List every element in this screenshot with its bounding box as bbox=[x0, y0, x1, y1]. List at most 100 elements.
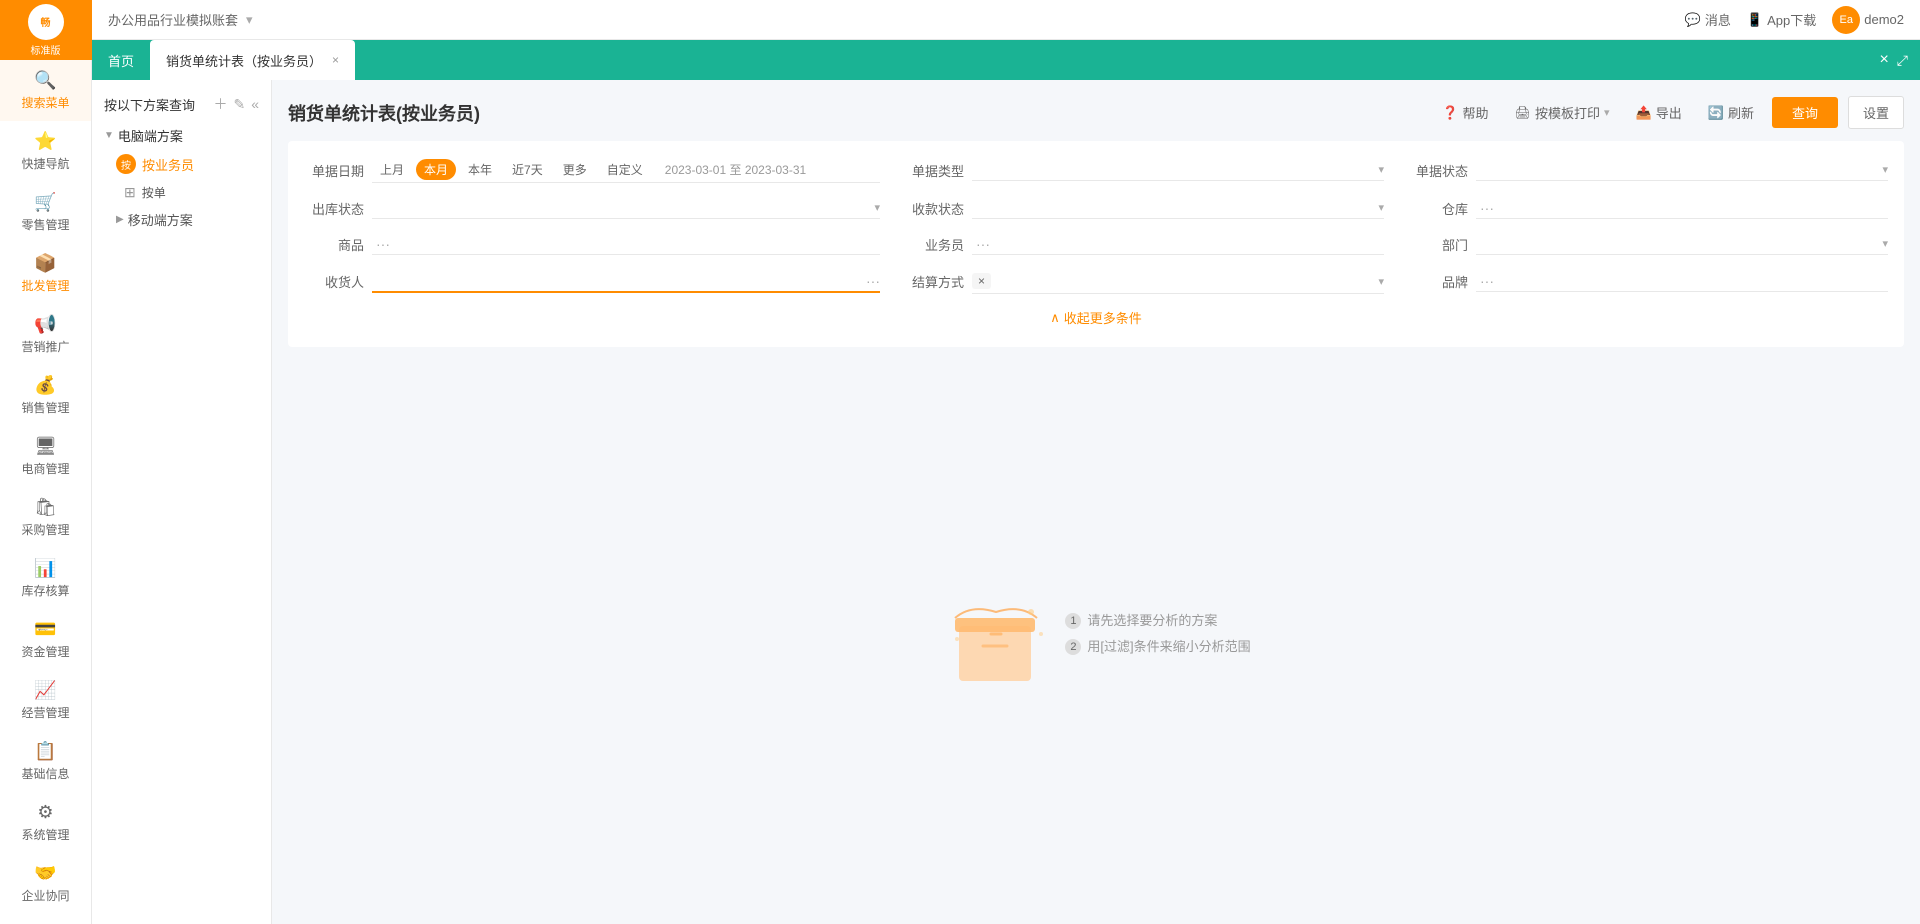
settlement-label: 结算方式 bbox=[904, 272, 964, 291]
doc-status-arrow: ▾ bbox=[1882, 163, 1888, 176]
sidebar-item-sales[interactable]: 💰 销售管理 bbox=[0, 365, 91, 426]
sidebar-item-label: 资金管理 bbox=[21, 643, 69, 660]
dept-control[interactable]: ▾ bbox=[1476, 233, 1888, 255]
sidebar-item-finance[interactable]: 💳 资金管理 bbox=[0, 609, 91, 670]
doc-status-control[interactable]: ▾ bbox=[1476, 159, 1888, 181]
sidebar-item-quick-nav[interactable]: ⭐ 快捷导航 bbox=[0, 121, 91, 182]
sidebar-item-wholesale[interactable]: 📦 批发管理 bbox=[0, 243, 91, 304]
brand-dots[interactable]: ··· bbox=[1480, 273, 1494, 289]
pc-group-label: 电脑端方案 bbox=[118, 126, 183, 145]
consignee-dots[interactable]: ··· bbox=[866, 273, 880, 289]
date-pills: 上月 本月 本年 近7天 更多 自定义 bbox=[372, 159, 651, 180]
tab-sales-stat[interactable]: 销货单统计表（按业务员） × bbox=[150, 40, 355, 80]
refresh-btn[interactable]: 🔄 刷新 bbox=[1700, 99, 1762, 126]
tabbar: 首页 销货单统计表（按业务员） × × ⤢ bbox=[92, 40, 1920, 80]
date-pill-this-year[interactable]: 本年 bbox=[460, 159, 500, 180]
filter-settlement: 结算方式 × ▾ bbox=[904, 269, 1384, 294]
mobile-group-header[interactable]: ▶ 移动端方案 bbox=[92, 206, 271, 233]
settlement-select[interactable]: × ▾ bbox=[972, 271, 1384, 291]
sidebar-item-inventory[interactable]: 📊 库存核算 bbox=[0, 548, 91, 609]
tab-expand-btn[interactable]: ⤢ bbox=[1897, 52, 1908, 69]
topbar: 办公用品行业模拟账套 ▾ 💬 消息 📱 App下载 Ea demo2 bbox=[92, 0, 1920, 40]
settings-button[interactable]: 设置 bbox=[1848, 96, 1904, 129]
product-label: 商品 bbox=[304, 235, 364, 254]
collapse-btn[interactable]: ∧ 收起更多条件 bbox=[1050, 308, 1142, 327]
tab-home[interactable]: 首页 bbox=[92, 40, 150, 80]
date-pill-last-7-days[interactable]: 近7天 bbox=[504, 159, 551, 180]
app-download-btn[interactable]: 📱 App下载 bbox=[1747, 10, 1816, 29]
sidebar-item-marketing[interactable]: 📢 营销推广 bbox=[0, 304, 91, 365]
edit-schema-btn[interactable]: ✎ bbox=[233, 96, 245, 113]
username: demo2 bbox=[1864, 12, 1904, 27]
sidebar-item-enterprise[interactable]: 🤝 企业协同 bbox=[0, 853, 91, 914]
warehouse-label: 仓库 bbox=[1408, 199, 1468, 218]
brand-control: ··· bbox=[1476, 271, 1888, 292]
sidebar-item-base-info[interactable]: 📋 基础信息 bbox=[0, 731, 91, 792]
sidebar-item-system[interactable]: ⚙ 系统管理 bbox=[0, 792, 91, 853]
consignee-label: 收货人 bbox=[304, 272, 364, 291]
sidebar: 畅 标准版 🔍 搜索菜单 ⭐ 快捷导航 🛒 零售管理 📦 批发管理 📢 营销推广… bbox=[0, 0, 92, 924]
payment-status-label: 收款状态 bbox=[904, 199, 964, 218]
help-icon: ❓ bbox=[1442, 105, 1458, 121]
inventory-icon: 📊 bbox=[34, 558, 56, 579]
hint-num-2: 2 bbox=[1065, 639, 1081, 655]
product-dots[interactable]: ··· bbox=[376, 236, 390, 252]
warehouse-dots[interactable]: ··· bbox=[1480, 200, 1494, 216]
schema-subitem-label: 按单 bbox=[142, 184, 166, 201]
brand-label: 品牌 bbox=[1408, 272, 1468, 291]
sidebar-item-ecommerce[interactable]: 🖥 电商管理 bbox=[0, 426, 91, 487]
template-print-btn[interactable]: 🖨 按模板打印 ▾ bbox=[1507, 99, 1618, 126]
tab-close-btn[interactable]: × bbox=[1879, 51, 1888, 69]
export-btn[interactable]: 📤 导出 bbox=[1628, 99, 1690, 126]
sidebar-item-search[interactable]: 🔍 搜索菜单 bbox=[0, 60, 91, 121]
page-header: 销货单统计表(按业务员) ❓ 帮助 🖨 按模板打印 ▾ 📤 导出 bbox=[288, 96, 1904, 129]
sidebar-item-label: 经营管理 bbox=[21, 704, 69, 721]
doc-type-select[interactable]: ▾ bbox=[972, 161, 1384, 178]
filter-doc-type: 单据类型 ▾ bbox=[904, 159, 1384, 181]
sidebar-item-retail[interactable]: 🛒 零售管理 bbox=[0, 182, 91, 243]
schema-item-by-staff[interactable]: 按 按业务员 bbox=[92, 149, 271, 179]
payment-status-arrow: ▾ bbox=[1378, 201, 1384, 214]
ship-status-control[interactable]: ▾ bbox=[372, 197, 880, 219]
message-btn[interactable]: 💬 消息 bbox=[1685, 10, 1731, 29]
schema-subitem-by-bill[interactable]: ⊞ 按单 bbox=[92, 179, 271, 206]
date-pill-last-month[interactable]: 上月 bbox=[372, 159, 412, 180]
help-btn[interactable]: ❓ 帮助 bbox=[1434, 99, 1496, 126]
pc-group-header[interactable]: ▼ 电脑端方案 bbox=[92, 122, 271, 149]
enterprise-icon: 🤝 bbox=[34, 863, 56, 884]
ship-status-select[interactable]: ▾ bbox=[372, 199, 880, 216]
filter-consignee: 收货人 ··· bbox=[304, 271, 880, 293]
sidebar-item-new-guide[interactable]: 🎯 新手引导 bbox=[0, 914, 91, 924]
doc-status-select[interactable]: ▾ bbox=[1476, 161, 1888, 178]
collapse-up-icon: ∧ bbox=[1050, 310, 1060, 326]
page-actions: ❓ 帮助 🖨 按模板打印 ▾ 📤 导出 🔄 刷新 bbox=[1434, 96, 1904, 129]
sidebar-item-operations[interactable]: 📈 经营管理 bbox=[0, 670, 91, 731]
payment-status-select[interactable]: ▾ bbox=[972, 199, 1384, 216]
export-icon: 📤 bbox=[1636, 105, 1652, 121]
logo[interactable]: 畅 标准版 bbox=[0, 0, 92, 60]
workspace-dropdown-icon[interactable]: ▾ bbox=[246, 12, 253, 28]
consignee-input[interactable] bbox=[372, 273, 862, 288]
sidebar-item-purchase[interactable]: 🛍 采购管理 bbox=[0, 487, 91, 548]
doc-type-control[interactable]: ▾ bbox=[972, 159, 1384, 181]
tab-home-label: 首页 bbox=[108, 51, 134, 70]
filter-payment-status: 收款状态 ▾ bbox=[904, 197, 1384, 219]
tab-close-icon[interactable]: × bbox=[332, 53, 339, 67]
date-pill-more[interactable]: 更多 bbox=[555, 159, 595, 180]
left-panel-title: 按以下方案查询 bbox=[104, 95, 195, 114]
query-button[interactable]: 查询 bbox=[1772, 97, 1838, 128]
payment-status-control[interactable]: ▾ bbox=[972, 197, 1384, 219]
product-control: ··· bbox=[372, 234, 880, 255]
sidebar-item-label: 批发管理 bbox=[21, 277, 69, 294]
staff-dots[interactable]: ··· bbox=[976, 236, 990, 252]
date-pill-this-month[interactable]: 本月 bbox=[416, 159, 456, 180]
dept-select[interactable]: ▾ bbox=[1476, 235, 1888, 252]
sidebar-menu: 🔍 搜索菜单 ⭐ 快捷导航 🛒 零售管理 📦 批发管理 📢 营销推广 💰 销售管… bbox=[0, 60, 91, 924]
add-schema-btn[interactable]: ＋ bbox=[213, 94, 227, 114]
date-pill-custom[interactable]: 自定义 bbox=[599, 159, 651, 180]
collapse-panel-btn[interactable]: « bbox=[251, 96, 259, 112]
staff-control: ··· bbox=[972, 234, 1384, 255]
refresh-label: 刷新 bbox=[1728, 103, 1754, 122]
sales-icon: 💰 bbox=[34, 375, 56, 396]
user-profile[interactable]: Ea demo2 bbox=[1832, 6, 1904, 34]
